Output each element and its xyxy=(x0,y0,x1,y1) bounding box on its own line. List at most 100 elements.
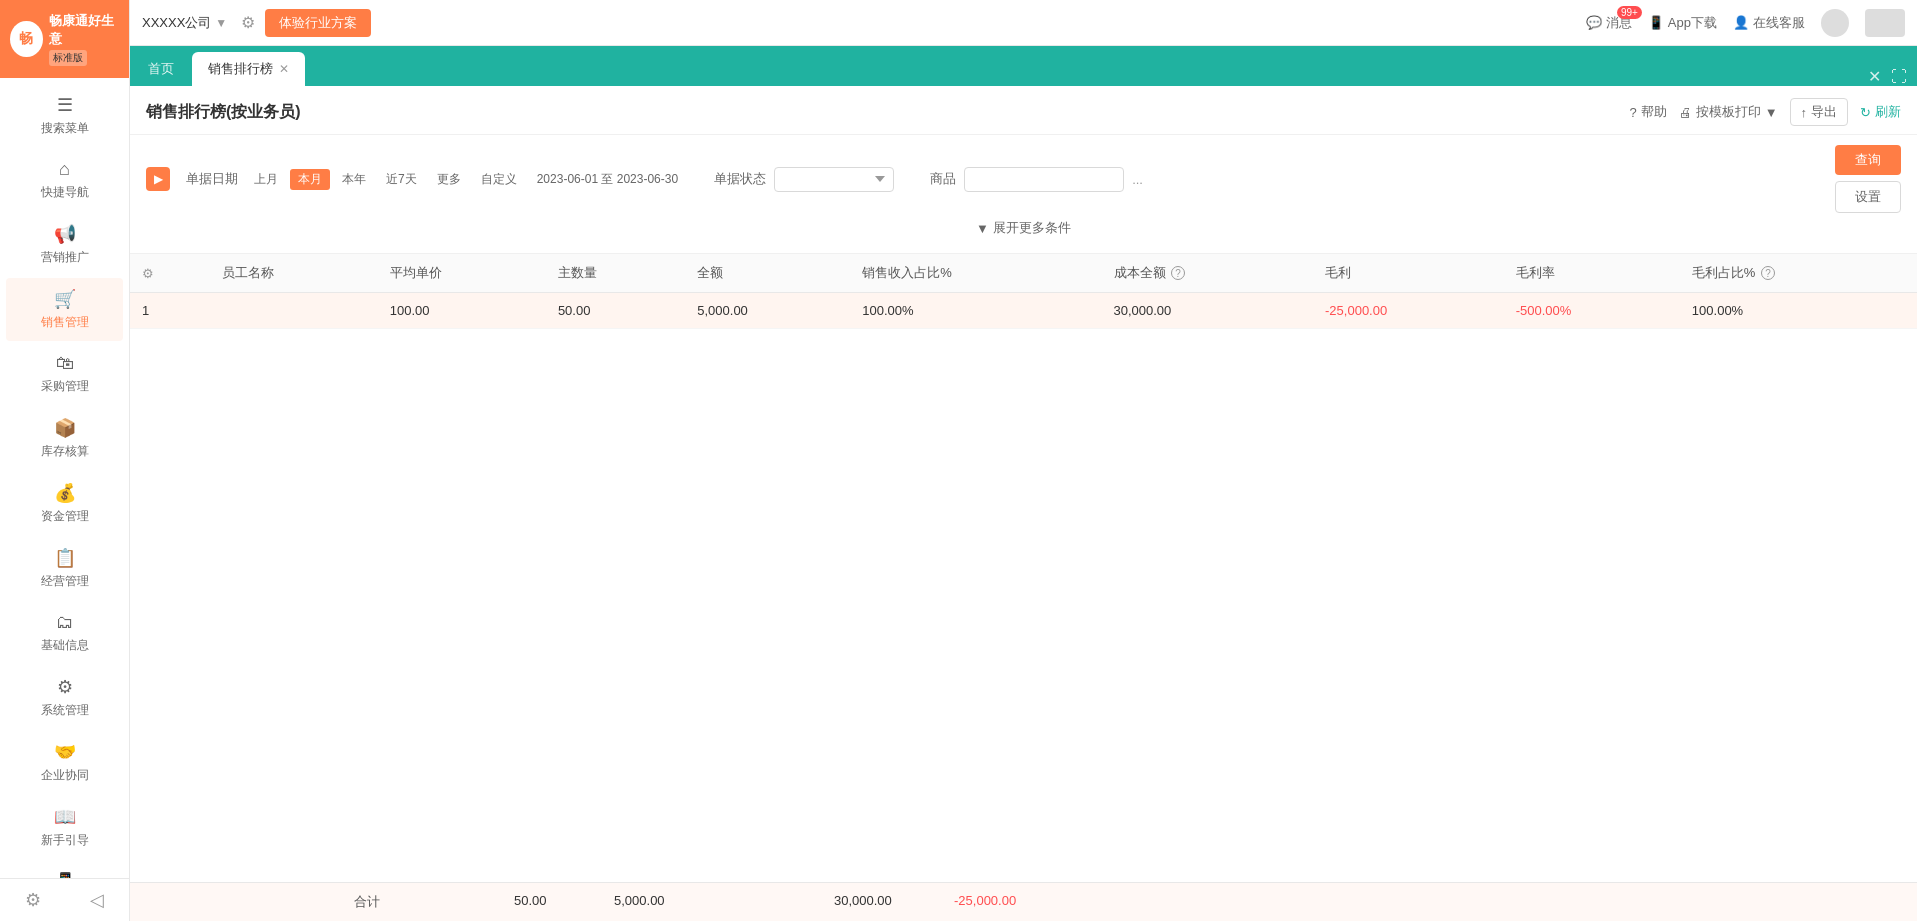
cell-gross: -25,000.00 xyxy=(1313,293,1504,329)
close-window-icon[interactable]: ✕ xyxy=(1868,67,1881,86)
status-label: 单据状态 xyxy=(714,170,766,188)
app-download-button[interactable]: 📱 App下载 xyxy=(1648,14,1717,32)
nav-label: 营销推广 xyxy=(41,249,89,266)
service-icon: 👤 xyxy=(1733,15,1749,30)
set-button[interactable]: 设置 xyxy=(1835,181,1901,213)
nav-label: 基础信息 xyxy=(41,637,89,654)
date-range: 2023-06-01 至 2023-06-30 xyxy=(537,171,678,188)
date-tabs: 上月 本月 本年 近7天 更多 自定义 xyxy=(246,169,525,190)
arrow-right-icon: ▶ xyxy=(154,172,163,186)
maximize-icon[interactable]: ⛶ xyxy=(1891,68,1907,86)
expand-row: ▼ 展开更多条件 xyxy=(146,213,1901,243)
settings-icon[interactable]: ⚙ xyxy=(142,266,154,281)
filter-area: ▶ 单据日期 上月 本月 本年 近7天 更多 自定义 2023-06-01 至 … xyxy=(130,135,1917,254)
refresh-icon: ↻ xyxy=(1860,105,1871,120)
sidebar-item-应用中心[interactable]: 📱应用中心 xyxy=(6,861,123,878)
sidebar-item-系统管理[interactable]: ⚙ 系统管理 xyxy=(6,666,123,729)
query-button[interactable]: 查询 xyxy=(1835,145,1901,175)
sidebar-item-基础信息[interactable]: 🗂 基础信息 xyxy=(6,602,123,664)
sidebar-item-快捷导航[interactable]: ⌂快捷导航 xyxy=(6,149,123,211)
trial-button[interactable]: 体验行业方案 xyxy=(265,9,371,37)
footer-cells: 合计 50.00 5,000.00 30,000.00 -25,000.00 xyxy=(142,893,1905,911)
status-select[interactable] xyxy=(774,167,894,192)
col-sales-pct: 销售收入占比% xyxy=(850,254,1101,293)
online-service-button[interactable]: 👤 在线客服 xyxy=(1733,14,1805,32)
app-download-label: App下载 xyxy=(1668,14,1717,32)
nav-label: 经营管理 xyxy=(41,573,89,590)
settings-icon[interactable]: ⚙ xyxy=(25,889,41,911)
date-tab-custom[interactable]: 自定义 xyxy=(473,169,525,190)
company-selector[interactable]: XXXXX公司 ▼ xyxy=(142,14,227,32)
cell-rank: 1 xyxy=(130,293,210,329)
refresh-button[interactable]: ↻ 刷新 xyxy=(1860,103,1901,121)
collapse-icon[interactable]: ◁ xyxy=(90,889,104,911)
download-icon: 📱 xyxy=(1648,15,1664,30)
home-label: 首页 xyxy=(148,60,174,78)
footer-avg-price xyxy=(402,893,502,911)
sidebar-item-资金管理[interactable]: 💰资金管理 xyxy=(6,472,123,535)
sidebar-item-库存核算[interactable]: 📦库存核算 xyxy=(6,407,123,470)
nav-label: 采购管理 xyxy=(41,378,89,395)
gross-pct-info-icon[interactable]: ? xyxy=(1761,266,1775,280)
col-name: 员工名称 xyxy=(210,254,378,293)
cell-name xyxy=(210,293,378,329)
gear-icon[interactable]: ⚙ xyxy=(241,13,255,32)
print-chevron-icon: ▼ xyxy=(1765,105,1778,120)
filter-expand-arrow[interactable]: ▶ xyxy=(146,167,170,191)
tab-sales-ranking[interactable]: 销售排行榜 ✕ xyxy=(192,52,305,86)
sidebar-item-营销推广[interactable]: 📢营销推广 xyxy=(6,213,123,276)
expand-button[interactable]: ▼ 展开更多条件 xyxy=(976,219,1071,237)
topbar-right: 💬 消息 99+ 📱 App下载 👤 在线客服 xyxy=(1586,9,1905,37)
goods-more[interactable]: ... xyxy=(1132,172,1143,187)
nav-icon: 📱 xyxy=(54,871,76,878)
date-tab-this-month[interactable]: 本月 xyxy=(290,169,330,190)
nav-icon: 🛒 xyxy=(54,288,76,310)
footer-label xyxy=(142,893,342,911)
nav-label: 销售管理 xyxy=(41,314,89,331)
table-header-row: ⚙ 员工名称 平均单价 主数量 全额 销售收入占比% 成本全额 ? 毛利 毛利率… xyxy=(130,254,1917,293)
footer-cost: 30,000.00 xyxy=(822,893,942,911)
tab-home[interactable]: 首页 xyxy=(132,52,190,86)
page-title: 销售排行榜(按业务员) xyxy=(146,102,301,123)
logo-area: 畅 畅康通好生意 标准版 xyxy=(0,0,129,78)
sidebar-bottom: ⚙ ◁ xyxy=(0,878,129,921)
cell-quantity: 50.00 xyxy=(546,293,685,329)
chevron-down-icon: ▼ xyxy=(215,16,227,30)
topbar: XXXXX公司 ▼ ⚙ 体验行业方案 💬 消息 99+ 📱 App下载 👤 在线… xyxy=(130,0,1917,46)
col-cost: 成本全额 ? xyxy=(1102,254,1314,293)
date-tab-more[interactable]: 更多 xyxy=(429,169,469,190)
main-area: XXXXX公司 ▼ ⚙ 体验行业方案 💬 消息 99+ 📱 App下载 👤 在线… xyxy=(130,0,1917,921)
page-header: 销售排行榜(按业务员) ? 帮助 🖨 按模板打印 ▼ ↑ 导出 ↻ 刷新 xyxy=(130,86,1917,135)
export-button[interactable]: ↑ 导出 xyxy=(1790,98,1849,126)
nav-label: 搜索菜单 xyxy=(41,120,89,137)
goods-filter: 商品 ... xyxy=(930,167,1143,192)
tab-bar: 首页 销售排行榜 ✕ ✕ ⛶ xyxy=(130,46,1917,86)
nav-icon: ⚙ xyxy=(57,676,73,698)
date-tab-last-month[interactable]: 上月 xyxy=(246,169,286,190)
avatar[interactable] xyxy=(1821,9,1849,37)
nav-icon: 📦 xyxy=(54,417,76,439)
sidebar-item-企业协同[interactable]: 🤝企业协同 xyxy=(6,731,123,794)
sidebar-item-搜索菜单[interactable]: ☰搜索菜单 xyxy=(6,84,123,147)
message-button[interactable]: 💬 消息 99+ xyxy=(1586,14,1632,32)
goods-input[interactable] xyxy=(964,167,1124,192)
nav-icon: 🗂 xyxy=(56,612,74,633)
date-tab-7days[interactable]: 近7天 xyxy=(378,169,425,190)
print-button[interactable]: 🖨 按模板打印 ▼ xyxy=(1679,103,1778,121)
sidebar-nav: ☰搜索菜单⌂快捷导航📢营销推广 🛒 销售管理 🛍采购管理📦库存核算💰资金管理📋经营管理… xyxy=(0,78,129,878)
sidebar-item-新手引导[interactable]: 📖新手引导 xyxy=(6,796,123,859)
status-filter: 单据状态 xyxy=(714,167,894,192)
col-avg-price: 平均单价 xyxy=(378,254,546,293)
cell-amount: 5,000.00 xyxy=(685,293,850,329)
col-settings: ⚙ xyxy=(130,254,210,293)
help-button[interactable]: ? 帮助 xyxy=(1629,103,1666,121)
cost-info-icon[interactable]: ? xyxy=(1171,266,1185,280)
sidebar-item-采购管理[interactable]: 🛍采购管理 xyxy=(6,343,123,405)
filter-row: ▶ 单据日期 上月 本月 本年 近7天 更多 自定义 2023-06-01 至 … xyxy=(146,145,1901,213)
nav-label: 系统管理 xyxy=(41,702,89,719)
tab-close-icon[interactable]: ✕ xyxy=(279,62,289,76)
date-tab-this-year[interactable]: 本年 xyxy=(334,169,374,190)
content-area: 销售排行榜(按业务员) ? 帮助 🖨 按模板打印 ▼ ↑ 导出 ↻ 刷新 xyxy=(130,86,1917,921)
sidebar-item-销售管理[interactable]: 🛒 销售管理 xyxy=(6,278,123,341)
sidebar-item-经营管理[interactable]: 📋经营管理 xyxy=(6,537,123,600)
